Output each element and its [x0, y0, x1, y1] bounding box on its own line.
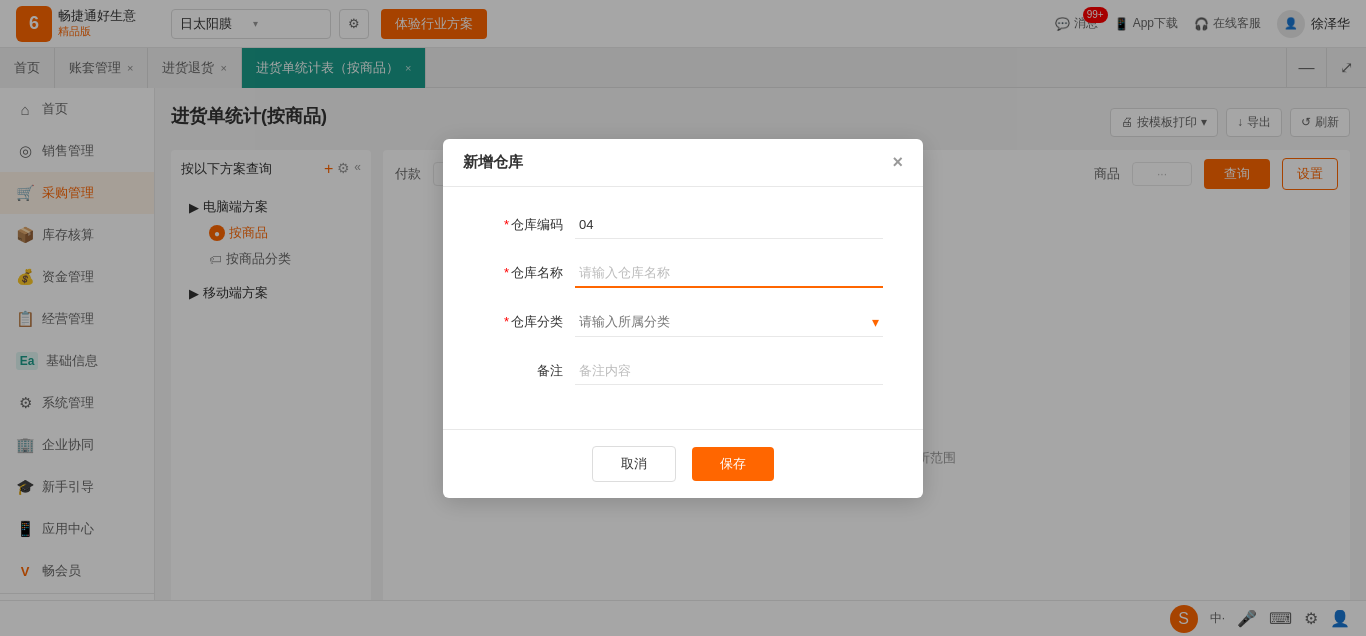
add-warehouse-modal: 新增仓库 × 仓库编码 仓库名称 仓库分类 ▾	[443, 139, 923, 498]
category-select[interactable]: ▾	[575, 308, 883, 337]
cancel-button[interactable]: 取消	[592, 446, 676, 482]
name-label: 仓库名称	[483, 264, 563, 282]
category-label: 仓库分类	[483, 313, 563, 331]
modal-header: 新增仓库 ×	[443, 139, 923, 187]
modal-overlay: 新增仓库 × 仓库编码 仓库名称 仓库分类 ▾	[0, 0, 1366, 636]
modal-footer: 取消 保存	[443, 429, 923, 498]
save-button[interactable]: 保存	[692, 447, 774, 481]
modal-title: 新增仓库	[463, 153, 523, 172]
code-label: 仓库编码	[483, 216, 563, 234]
category-dropdown-icon: ▾	[872, 314, 879, 330]
form-row-category: 仓库分类 ▾	[483, 308, 883, 337]
category-input[interactable]	[579, 314, 872, 329]
note-input[interactable]	[575, 357, 883, 385]
note-label: 备注	[483, 362, 563, 380]
form-row-code: 仓库编码	[483, 211, 883, 239]
modal-body: 仓库编码 仓库名称 仓库分类 ▾ 备注	[443, 187, 923, 429]
modal-close-button[interactable]: ×	[892, 153, 903, 171]
form-row-note: 备注	[483, 357, 883, 385]
name-input[interactable]	[575, 259, 883, 288]
form-row-name: 仓库名称	[483, 259, 883, 288]
code-input[interactable]	[575, 211, 883, 239]
